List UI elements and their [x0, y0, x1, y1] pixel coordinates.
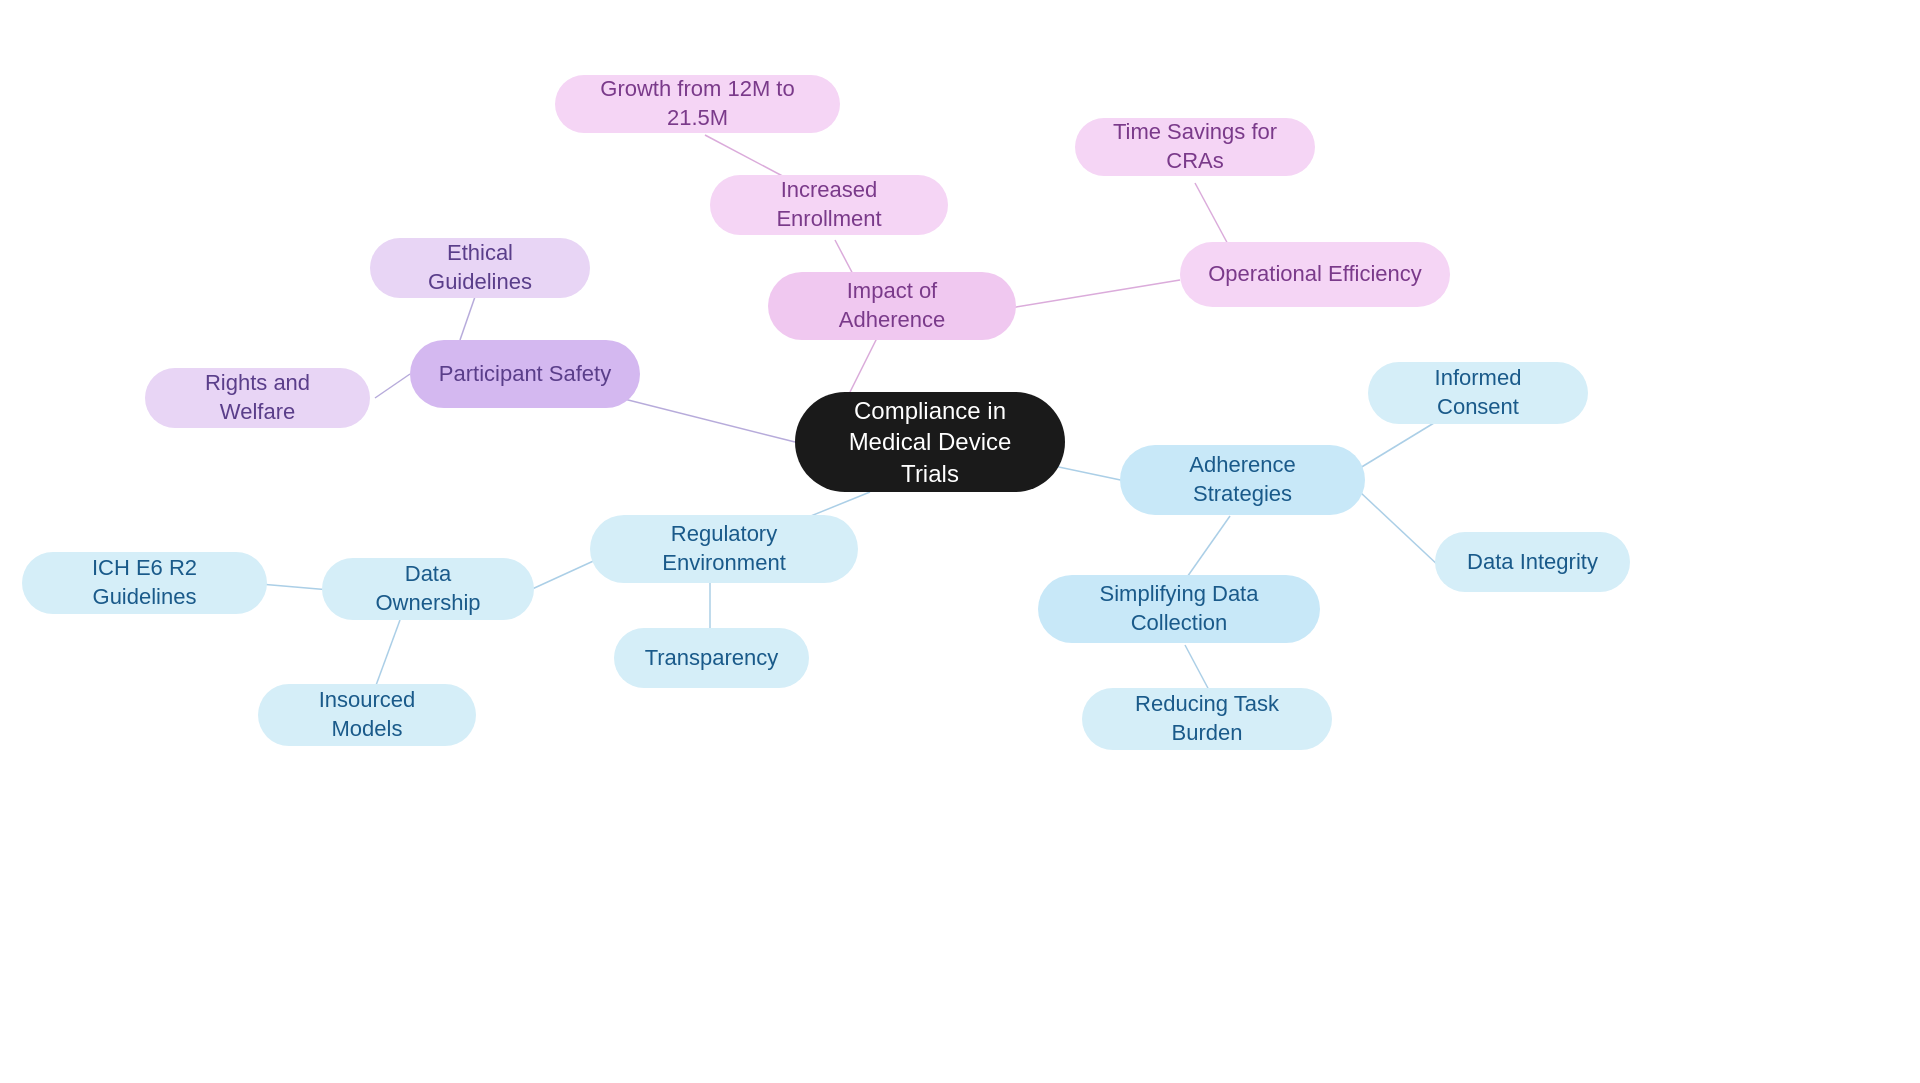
ethical-guidelines-label: Ethical Guidelines — [398, 239, 562, 296]
simplifying-data-node[interactable]: Simplifying Data Collection — [1038, 575, 1320, 643]
participant-safety-label: Participant Safety — [439, 360, 611, 389]
adherence-strategies-label: Adherence Strategies — [1148, 451, 1337, 508]
ich-guidelines-label: ICH E6 R2 Guidelines — [50, 554, 239, 611]
ethical-guidelines-node[interactable]: Ethical Guidelines — [370, 238, 590, 298]
svg-line-15 — [530, 558, 600, 590]
operational-efficiency-node[interactable]: Operational Efficiency — [1180, 242, 1450, 307]
informed-consent-node[interactable]: Informed Consent — [1368, 362, 1588, 424]
svg-line-8 — [705, 135, 790, 180]
growth-node[interactable]: Growth from 12M to 21.5M — [555, 75, 840, 133]
data-integrity-node[interactable]: Data Integrity — [1435, 532, 1630, 592]
regulatory-environment-label: Regulatory Environment — [618, 520, 830, 577]
svg-line-17 — [375, 620, 400, 688]
rights-welfare-node[interactable]: Rights and Welfare — [145, 368, 370, 428]
adherence-strategies-node[interactable]: Adherence Strategies — [1120, 445, 1365, 515]
impact-adherence-node[interactable]: Impact of Adherence — [768, 272, 1016, 340]
svg-line-16 — [260, 584, 330, 590]
center-label: Compliance in Medical Device Trials — [823, 395, 1037, 489]
impact-adherence-label: Impact of Adherence — [796, 277, 988, 334]
svg-line-11 — [1360, 492, 1440, 567]
regulatory-environment-node[interactable]: Regulatory Environment — [590, 515, 858, 583]
svg-line-7 — [1010, 280, 1180, 308]
increased-enrollment-label: Increased Enrollment — [738, 176, 920, 233]
svg-line-9 — [1195, 183, 1230, 248]
reducing-task-label: Reducing Task Burden — [1110, 690, 1304, 747]
transparency-label: Transparency — [645, 644, 779, 673]
operational-efficiency-label: Operational Efficiency — [1208, 260, 1422, 289]
insourced-models-node[interactable]: Insourced Models — [258, 684, 476, 746]
reducing-task-node[interactable]: Reducing Task Burden — [1082, 688, 1332, 750]
time-savings-label: Time Savings for CRAs — [1103, 118, 1287, 175]
svg-line-13 — [1185, 645, 1210, 692]
informed-consent-label: Informed Consent — [1396, 364, 1560, 421]
growth-label: Growth from 12M to 21.5M — [583, 75, 812, 132]
transparency-node[interactable]: Transparency — [614, 628, 809, 688]
data-integrity-label: Data Integrity — [1467, 548, 1598, 577]
simplifying-data-label: Simplifying Data Collection — [1066, 580, 1292, 637]
participant-safety-node[interactable]: Participant Safety — [410, 340, 640, 408]
ich-guidelines-node[interactable]: ICH E6 R2 Guidelines — [22, 552, 267, 614]
insourced-models-label: Insourced Models — [286, 686, 448, 743]
data-ownership-node[interactable]: Data Ownership — [322, 558, 534, 620]
increased-enrollment-node[interactable]: Increased Enrollment — [710, 175, 948, 235]
rights-welfare-label: Rights and Welfare — [173, 369, 342, 426]
time-savings-node[interactable]: Time Savings for CRAs — [1075, 118, 1315, 176]
svg-line-5 — [375, 374, 410, 398]
center-node: Compliance in Medical Device Trials — [795, 392, 1065, 492]
svg-line-12 — [1185, 516, 1230, 580]
data-ownership-label: Data Ownership — [350, 560, 506, 617]
